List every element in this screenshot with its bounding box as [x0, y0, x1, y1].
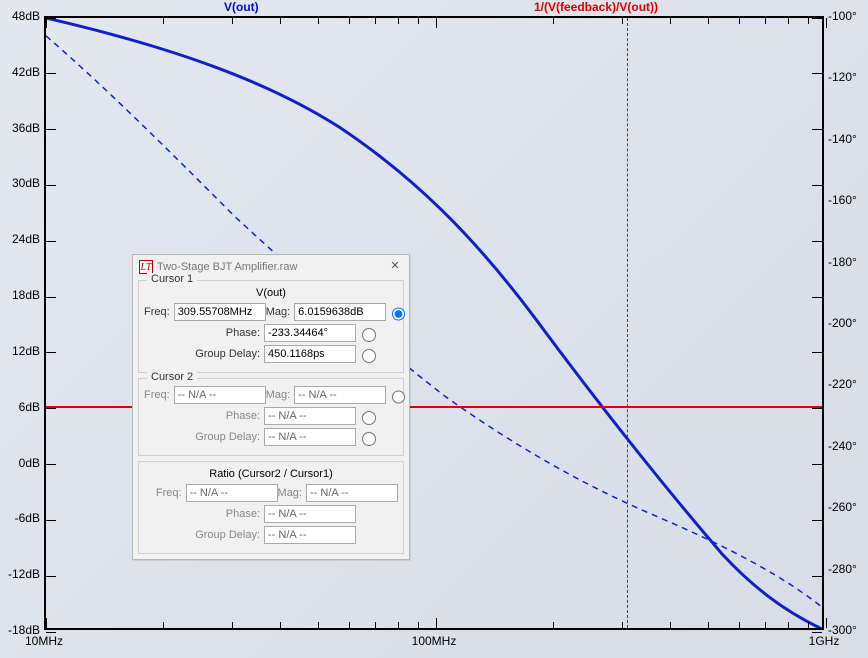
- ratio-group: Ratio (Cursor2 / Cursor1) Freq: Mag: Pha…: [138, 461, 404, 554]
- y-right-tick-label: -220°: [828, 377, 857, 391]
- r-phase-input[interactable]: [264, 505, 356, 523]
- c1-mag-radio[interactable]: [392, 307, 405, 321]
- y-right-tick-label: -140°: [828, 132, 857, 146]
- y-right-tick-label: -180°: [828, 255, 857, 269]
- c1-phase-radio[interactable]: [362, 328, 376, 342]
- r-mag-label: Mag:: [278, 487, 306, 499]
- y-left-tick-label: 24dB: [0, 232, 40, 246]
- cursor-1-line[interactable]: [627, 18, 628, 628]
- y-left-tick-label: -6dB: [0, 511, 40, 525]
- legend-feedback[interactable]: 1/(V(feedback)/V(out)): [530, 0, 662, 14]
- y-left-tick-label: 0dB: [0, 456, 40, 470]
- y-left-tick-label: 36dB: [0, 121, 40, 135]
- cursor1-heading: Cursor 1: [147, 273, 197, 285]
- y-right-tick-label: -260°: [828, 500, 857, 514]
- cursor2-heading: Cursor 2: [147, 371, 197, 383]
- y-left-tick-label: 42dB: [0, 65, 40, 79]
- cursor-dialog[interactable]: LT Two-Stage BJT Amplifier.raw ✕ Cursor …: [132, 254, 410, 560]
- c2-mag-label: Mag:: [266, 389, 294, 401]
- c1-gd-radio[interactable]: [362, 349, 376, 363]
- y-left-tick-label: 18dB: [0, 288, 40, 302]
- c1-freq-input[interactable]: [174, 303, 266, 321]
- x-tick-label: 100MHz: [412, 634, 457, 648]
- legend-vout[interactable]: V(out): [220, 0, 263, 14]
- c2-gd-input[interactable]: [264, 428, 356, 446]
- c2-freq-input[interactable]: [174, 386, 266, 404]
- r-gd-input[interactable]: [264, 526, 356, 544]
- y-right-tick-label: -160°: [828, 193, 857, 207]
- c2-gd-radio[interactable]: [362, 432, 376, 446]
- c1-gd-input[interactable]: [264, 345, 356, 363]
- c1-mag-label: Mag:: [266, 306, 294, 318]
- c2-mag-radio[interactable]: [392, 390, 405, 404]
- x-tick-label: 10MHz: [25, 634, 63, 648]
- y-right-tick-label: -280°: [828, 562, 857, 576]
- r-freq-label: Freq:: [144, 487, 186, 499]
- ltspice-icon: LT: [139, 260, 153, 274]
- c1-freq-label: Freq:: [144, 306, 174, 318]
- y-right-tick-label: -240°: [828, 439, 857, 453]
- y-right-tick-label: -200°: [828, 316, 857, 330]
- c2-mag-input[interactable]: [294, 386, 386, 404]
- c2-phase-input[interactable]: [264, 407, 356, 425]
- r-phase-label: Phase:: [144, 508, 264, 520]
- y-left-tick-label: -12dB: [0, 567, 40, 581]
- c1-gd-label: Group Delay:: [144, 348, 264, 360]
- cursor1-group: Cursor 1 V(out) Freq: Mag: Phase: Group …: [138, 280, 404, 373]
- c2-gd-label: Group Delay:: [144, 431, 264, 443]
- c1-phase-input[interactable]: [264, 324, 356, 342]
- y-left-tick-label: 12dB: [0, 344, 40, 358]
- y-right-tick-label: -120°: [828, 70, 857, 84]
- c1-phase-label: Phase:: [144, 327, 264, 339]
- c2-freq-label: Freq:: [144, 389, 174, 401]
- y-left-tick-label: 48dB: [0, 9, 40, 23]
- close-icon[interactable]: ✕: [387, 259, 403, 275]
- y-left-tick-label: 6dB: [0, 400, 40, 414]
- dialog-title: Two-Stage BJT Amplifier.raw: [157, 261, 387, 273]
- r-gd-label: Group Delay:: [144, 529, 264, 541]
- cursor2-group: Cursor 2 Freq: Mag: Phase: Group Delay:: [138, 378, 404, 456]
- y-right-tick-label: -100°: [828, 9, 857, 23]
- r-mag-input[interactable]: [306, 484, 398, 502]
- x-tick-label: 1GHz: [809, 634, 840, 648]
- c2-phase-radio[interactable]: [362, 411, 376, 425]
- y-left-tick-label: 30dB: [0, 176, 40, 190]
- c1-mag-input[interactable]: [294, 303, 386, 321]
- cursor1-subheading: V(out): [144, 287, 398, 299]
- c2-phase-label: Phase:: [144, 410, 264, 422]
- r-freq-input[interactable]: [186, 484, 278, 502]
- ratio-heading: Ratio (Cursor2 / Cursor1): [144, 468, 398, 480]
